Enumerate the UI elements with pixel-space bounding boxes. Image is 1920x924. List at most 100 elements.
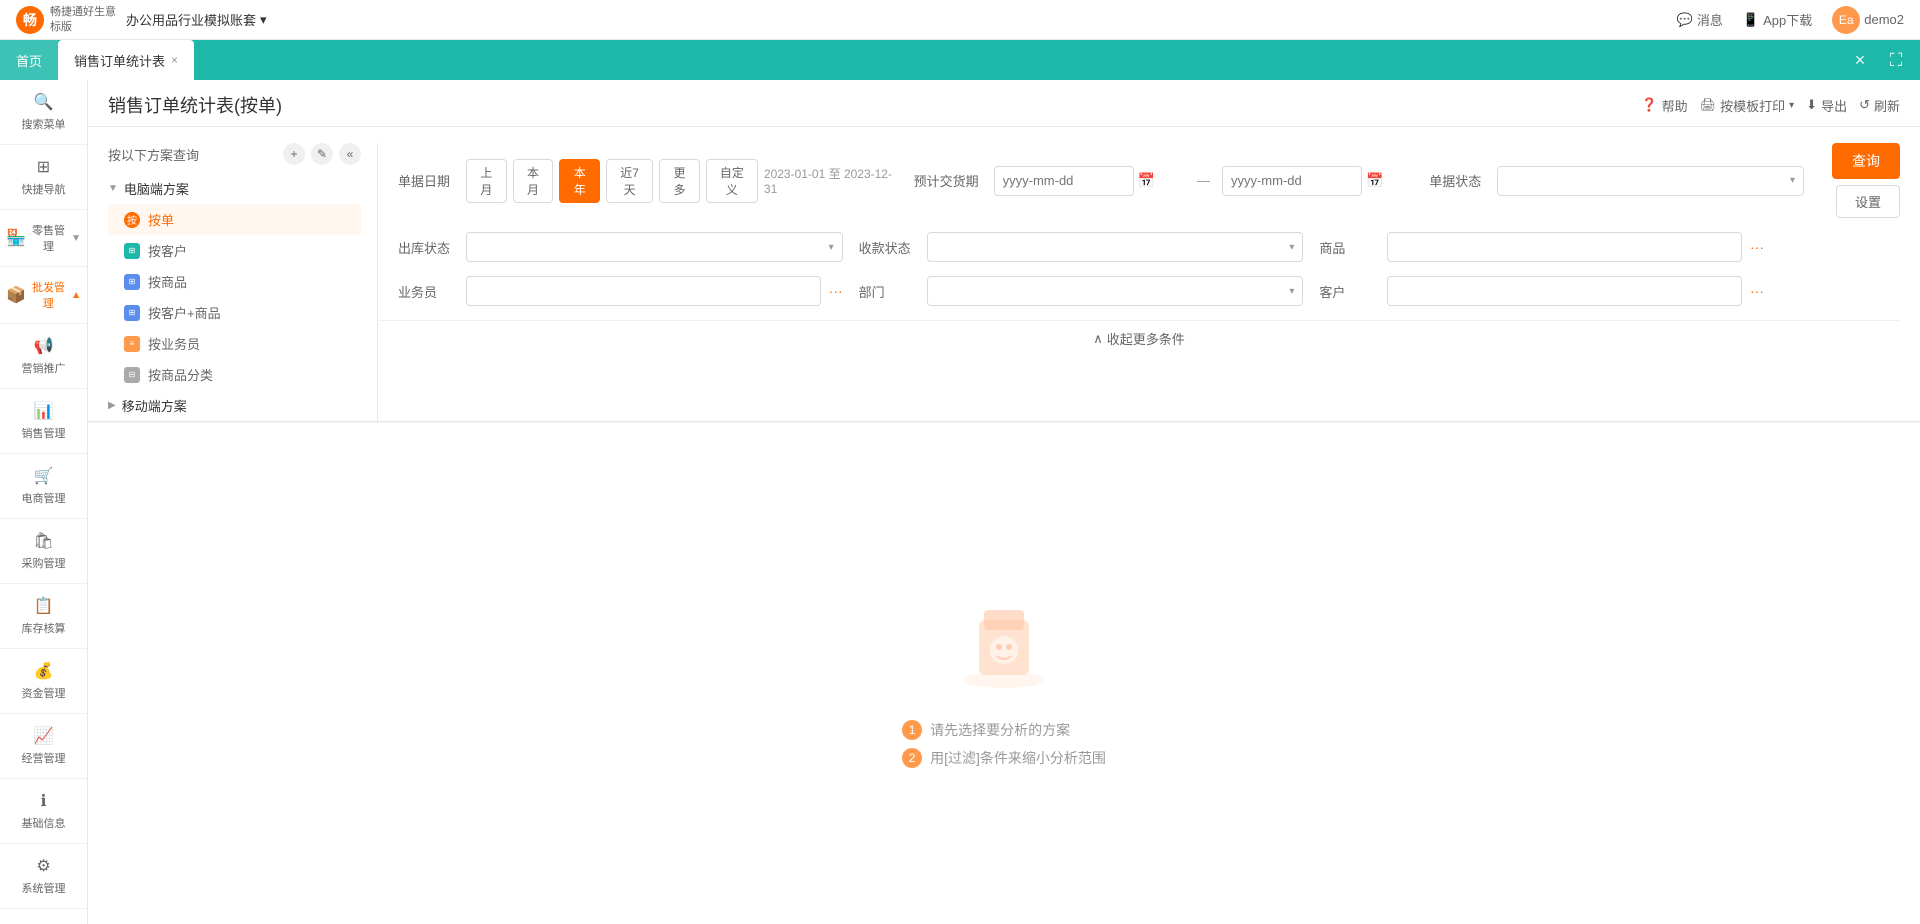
scheme-item-label-order: 按单 [148, 210, 174, 229]
collapse-label: 收起更多条件 [1107, 329, 1185, 348]
operation-icon: 📈 [34, 726, 54, 746]
scheme-edit-button[interactable]: ✎ [311, 143, 333, 165]
delivery-status-arrow-icon: ▾ [829, 242, 834, 253]
scheme-header: 按以下方案查询 + ✎ « [108, 143, 361, 165]
sidebar-item-collab[interactable]: 👥 企业协同 [0, 909, 87, 924]
scheme-item-label-category: 按商品分类 [148, 365, 213, 384]
main-layout: 🔍 搜索菜单 ⊞ 快捷导航 🏪 零售管理 ▼ 📦 批发管理 ▲ 📢 营销推广 📊… [0, 80, 1920, 924]
calendar-start-icon[interactable]: 📅 [1138, 172, 1155, 189]
sidebar-finance-label: 资金管理 [22, 685, 66, 701]
sales-icon: 📊 [34, 401, 54, 421]
sidebar-item-sales[interactable]: 📊 销售管理 [0, 389, 87, 454]
help-button[interactable]: ❓ 帮助 [1641, 96, 1687, 115]
scheme-item-by-order[interactable]: 按 按单 [108, 204, 361, 235]
goods-input[interactable] [1387, 232, 1742, 262]
scheme-collapse-button[interactable]: « [339, 143, 361, 165]
template-print-arrow-icon: ▾ [1789, 100, 1794, 111]
expected-date-start-wrap: 📅 [994, 166, 1185, 196]
sidebar-item-search[interactable]: 🔍 搜索菜单 [0, 80, 87, 145]
tab-sales-order[interactable]: 销售订单统计表 × [58, 40, 194, 80]
salesperson-more-icon[interactable]: ··· [829, 283, 843, 299]
customer-more-icon[interactable]: ··· [1750, 283, 1764, 299]
scheme-item-by-salesperson[interactable]: ≡ 按业务员 [108, 328, 361, 359]
date-separator: — [1193, 173, 1214, 188]
empty-state-content: 1 请先选择要分析的方案 2 用[过滤]条件来缩小分析范围 [902, 580, 1106, 768]
scheme-item-label-customer: 按客户 [148, 241, 187, 260]
department-select[interactable]: ▾ [927, 276, 1304, 306]
mobile-group-arrow-icon: ▶ [108, 400, 116, 411]
settings-button[interactable]: 设置 [1836, 185, 1900, 218]
empty-illustration [944, 580, 1064, 700]
sidebar-item-system[interactable]: ⚙ 系统管理 [0, 844, 87, 909]
payment-status-select[interactable]: ▾ [927, 232, 1304, 262]
tab-bar-actions: × ⛶ [1846, 46, 1920, 74]
scheme-group-pc-header[interactable]: ▼ 电脑端方案 [108, 173, 361, 204]
payment-status-label: 收款状态 [859, 238, 919, 257]
scheme-item-by-customer-goods[interactable]: ⊞ 按客户+商品 [108, 297, 361, 328]
scheme-actions: + ✎ « [283, 143, 361, 165]
sidebar-item-purchase[interactable]: 🛍 采购管理 [0, 519, 87, 584]
sidebar-item-wholesale[interactable]: 📦 批发管理 ▲ [0, 267, 87, 324]
user-avatar-area[interactable]: Ea demo2 [1832, 6, 1904, 34]
content-area: 销售订单统计表(按单) ❓ 帮助 🖨 按模板打印 ▾ ⬇ 导出 ↺ 刷新 [88, 80, 1920, 924]
scheme-add-button[interactable]: + [283, 143, 305, 165]
tip-1-text: 请先选择要分析的方案 [930, 720, 1070, 740]
scheme-group-mobile-header[interactable]: ▶ 移动端方案 [108, 390, 361, 421]
pc-group-label: 电脑端方案 [124, 179, 189, 198]
tab-close-icon[interactable]: × [171, 53, 178, 67]
tab-home[interactable]: 首页 [0, 40, 58, 80]
template-print-icon: 🖨 [1700, 97, 1717, 113]
sidebar-item-ecommerce[interactable]: 🛒 电商管理 [0, 454, 87, 519]
sidebar-item-retail[interactable]: 🏪 零售管理 ▼ [0, 210, 87, 267]
company-selector[interactable]: 办公用品行业模拟账套 ▾ [126, 10, 267, 29]
refresh-button[interactable]: ↺ 刷新 [1859, 96, 1900, 115]
filter-group-payment: 收款状态 ▾ [859, 232, 1304, 262]
date-range-text: 2023-01-01 至 2023-12-31 [764, 165, 898, 196]
tab-minimize-button[interactable]: × [1846, 46, 1874, 74]
goods-more-icon[interactable]: ··· [1750, 239, 1764, 255]
query-button[interactable]: 查询 [1832, 143, 1900, 179]
sidebar-item-marketing[interactable]: 📢 营销推广 [0, 324, 87, 389]
sidebar-item-quicknav[interactable]: ⊞ 快捷导航 [0, 145, 87, 210]
sidebar-item-operation[interactable]: 📈 经营管理 [0, 714, 87, 779]
scheme-item-by-customer[interactable]: ⊞ 按客户 [108, 235, 361, 266]
expected-date-end-input[interactable] [1222, 166, 1362, 196]
salesperson-input[interactable] [466, 276, 821, 306]
tab-maximize-button[interactable]: ⛶ [1882, 46, 1910, 74]
customer-input[interactable] [1387, 276, 1742, 306]
date-more-button[interactable]: 更多 [659, 159, 700, 203]
empty-state: 1 请先选择要分析的方案 2 用[过滤]条件来缩小分析范围 [88, 423, 1920, 924]
wholesale-arrow-icon: ▲ [71, 290, 81, 301]
filter-group-expected-date: 预计交货期 📅 — 📅 [914, 166, 1414, 196]
sidebar-item-basic[interactable]: ℹ 基础信息 [0, 779, 87, 844]
scheme-item-by-category[interactable]: ⊟ 按商品分类 [108, 359, 361, 390]
date-7days-button[interactable]: 近7天 [606, 159, 653, 203]
delivery-status-select[interactable]: ▾ [466, 232, 843, 262]
help-icon: ❓ [1641, 97, 1657, 113]
expected-date-start-input[interactable] [994, 166, 1134, 196]
date-custom-button[interactable]: 自定义 [706, 159, 758, 203]
company-arrow-icon: ▾ [260, 12, 267, 28]
calendar-end-icon[interactable]: 📅 [1366, 172, 1383, 189]
sidebar-item-finance[interactable]: 💰 资金管理 [0, 649, 87, 714]
sidebar-item-inventory[interactable]: 📋 库存核算 [0, 584, 87, 649]
status-select[interactable]: ▾ [1497, 166, 1804, 196]
collapse-more-button[interactable]: ∧ 收起更多条件 [378, 320, 1900, 356]
date-this-month-button[interactable]: 本月 [513, 159, 554, 203]
date-this-year-button[interactable]: 本年 [559, 159, 600, 203]
scheme-item-icon-order: 按 [124, 212, 140, 228]
filter-area: 按以下方案查询 + ✎ « ▼ 电脑端方案 [88, 127, 1920, 422]
date-prev-month-button[interactable]: 上月 [466, 159, 507, 203]
scheme-item-by-goods[interactable]: ⊞ 按商品 [108, 266, 361, 297]
export-button[interactable]: ⬇ 导出 [1806, 96, 1847, 115]
message-button[interactable]: 💬 消息 [1677, 10, 1723, 29]
scheme-group-pc: ▼ 电脑端方案 按 按单 ⊞ 按客户 [108, 173, 361, 390]
department-arrow-icon: ▾ [1289, 286, 1294, 297]
inventory-icon: 📋 [34, 596, 54, 616]
scheme-item-label-goods: 按商品 [148, 272, 187, 291]
date-label: 单据日期 [398, 171, 458, 190]
top-bar-left: 畅 畅捷通好生意 标版 办公用品行业模拟账套 ▾ [16, 5, 267, 34]
template-print-button[interactable]: 🖨 按模板打印 ▾ [1700, 96, 1795, 115]
expected-date-end-wrap: 📅 [1222, 166, 1413, 196]
app-download-button[interactable]: 📱 App下载 [1743, 10, 1812, 29]
